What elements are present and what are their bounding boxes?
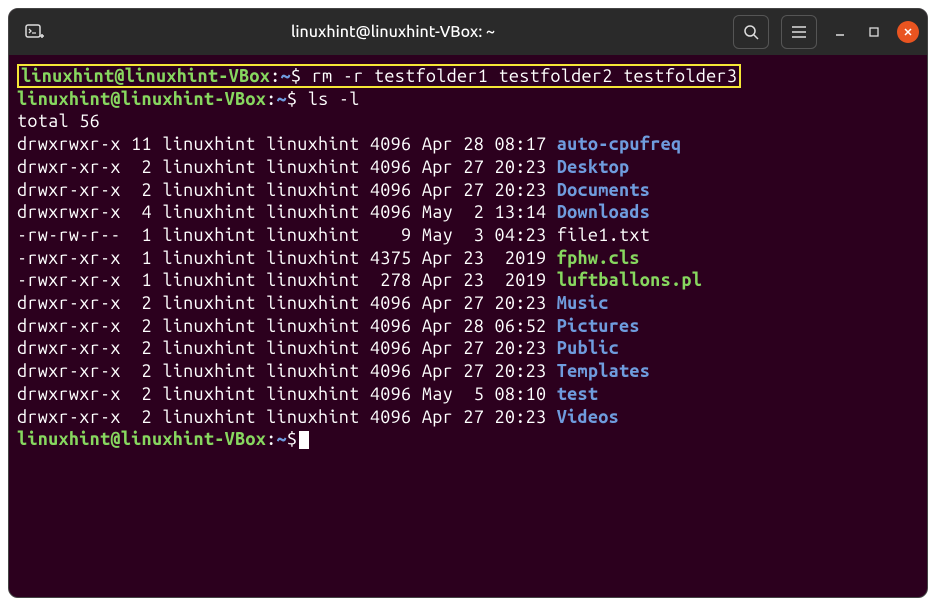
minimize-icon — [834, 26, 846, 38]
ls-filename: Desktop — [557, 157, 630, 177]
ls-filename: Downloads — [557, 202, 650, 222]
ls-row: drwxr-xr-x 2 linuxhint linuxhint 4096 Ap… — [17, 315, 919, 338]
window-title: linuxhint@linuxhint-VBox: ~ — [61, 23, 725, 41]
titlebar-right — [733, 15, 919, 49]
maximize-icon — [868, 26, 880, 38]
ls-row: drwxr-xr-x 2 linuxhint linuxhint 4096 Ap… — [17, 406, 919, 429]
prompt-dollar: $ — [291, 66, 301, 86]
close-button[interactable] — [897, 21, 919, 43]
command-highlighted: rm -r testfolder1 testfolder2 testfolder… — [301, 66, 737, 86]
close-icon — [902, 26, 914, 38]
prompt-dollar: $ — [287, 89, 297, 109]
terminal-body[interactable]: linuxhint@linuxhint-VBox:~$ rm -r testfo… — [9, 55, 927, 461]
ls-filename: Public — [557, 338, 619, 358]
terminal-line: linuxhint@linuxhint-VBox:~$ rm -r testfo… — [17, 65, 919, 88]
ls-filename: luftballons.pl — [557, 270, 702, 290]
cursor — [299, 431, 309, 449]
prompt-user: linuxhint@linuxhint-VBox — [21, 66, 270, 86]
prompt-colon: : — [270, 66, 280, 86]
hamburger-icon — [791, 25, 807, 39]
terminal-line: linuxhint@linuxhint-VBox:~$ — [17, 428, 919, 451]
titlebar: linuxhint@linuxhint-VBox: ~ — [9, 9, 927, 55]
ls-row: drwxrwxr-x 2 linuxhint linuxhint 4096 Ma… — [17, 383, 919, 406]
prompt-path: ~ — [281, 66, 291, 86]
ls-row: drwxrwxr-x 11 linuxhint linuxhint 4096 A… — [17, 133, 919, 156]
ls-row: drwxr-xr-x 2 linuxhint linuxhint 4096 Ap… — [17, 360, 919, 383]
menu-button[interactable] — [781, 15, 817, 49]
ls-filename: test — [557, 384, 599, 404]
terminal-line: linuxhint@linuxhint-VBox:~$ ls -l — [17, 88, 919, 111]
ls-row: -rwxr-xr-x 1 linuxhint linuxhint 278 Apr… — [17, 269, 919, 292]
new-tab-button[interactable] — [17, 14, 53, 50]
ls-filename: file1.txt — [557, 225, 650, 245]
ls-row: drwxrwxr-x 4 linuxhint linuxhint 4096 Ma… — [17, 201, 919, 224]
ls-filename: Videos — [557, 407, 619, 427]
ls-filename: Documents — [557, 180, 650, 200]
ls-row: drwxr-xr-x 2 linuxhint linuxhint 4096 Ap… — [17, 337, 919, 360]
prompt-dollar: $ — [287, 429, 297, 449]
ls-row: -rwxr-xr-x 1 linuxhint linuxhint 4375 Ap… — [17, 247, 919, 270]
prompt-user: linuxhint@linuxhint-VBox — [17, 89, 266, 109]
prompt-user: linuxhint@linuxhint-VBox — [17, 429, 266, 449]
terminal-window: linuxhint@linuxhint-VBox: ~ — [8, 8, 928, 598]
prompt-colon: : — [266, 429, 276, 449]
prompt-colon: : — [266, 89, 276, 109]
prompt-path: ~ — [277, 429, 287, 449]
search-button[interactable] — [733, 15, 769, 49]
ls-row: drwxr-xr-x 2 linuxhint linuxhint 4096 Ap… — [17, 156, 919, 179]
ls-row: drwxr-xr-x 2 linuxhint linuxhint 4096 Ap… — [17, 179, 919, 202]
ls-row: -rw-rw-r-- 1 linuxhint linuxhint 9 May 3… — [17, 224, 919, 247]
search-icon — [743, 24, 759, 40]
command-ls: ls -l — [308, 89, 360, 109]
ls-filename: Music — [557, 293, 609, 313]
ls-filename: fphw.cls — [557, 248, 640, 268]
ls-total: total 56 — [17, 110, 919, 133]
prompt-path: ~ — [277, 89, 287, 109]
minimize-button[interactable] — [829, 21, 851, 43]
ls-filename: Templates — [557, 361, 650, 381]
maximize-button[interactable] — [863, 21, 885, 43]
ls-filename: Pictures — [557, 316, 640, 336]
ls-row: drwxr-xr-x 2 linuxhint linuxhint 4096 Ap… — [17, 292, 919, 315]
terminal-plus-icon — [25, 22, 45, 42]
ls-filename: auto-cpufreq — [557, 134, 682, 154]
